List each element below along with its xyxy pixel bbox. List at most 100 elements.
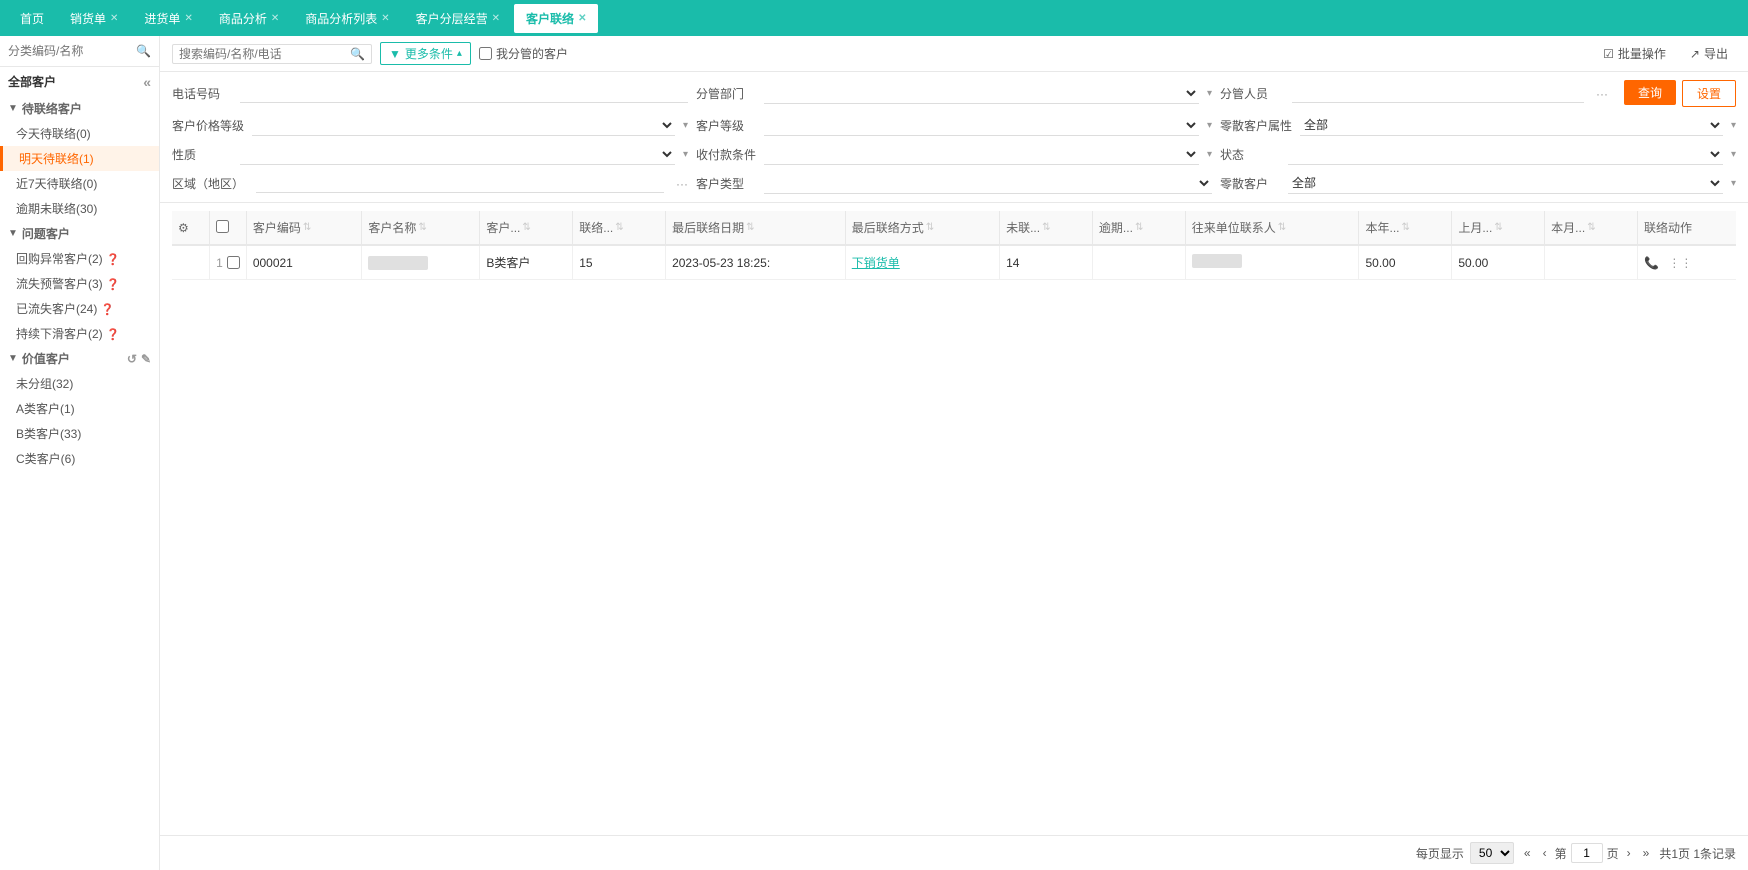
- filter-payment-select[interactable]: [764, 144, 1199, 165]
- th-unit-contact[interactable]: 往来单位联系人 ⇅: [1185, 211, 1359, 245]
- sidebar-item-tomorrow[interactable]: 明天待联络(1): [0, 146, 159, 171]
- triangle-pending: ▼: [8, 103, 18, 114]
- sidebar-item-lost-potential[interactable]: 流失预警客户(3) ❓: [0, 271, 159, 296]
- nav-purchase[interactable]: 进货单 ✕: [132, 4, 204, 33]
- all-customers-label: 全部客户: [8, 73, 56, 90]
- th-overdue[interactable]: 逾期... ⇅: [1092, 211, 1185, 245]
- th-contact[interactable]: 联络... ⇅: [573, 211, 666, 245]
- sort-last-method-icon: ⇅: [926, 222, 934, 233]
- th-no-contact[interactable]: 未联... ⇅: [1000, 211, 1093, 245]
- nav-customer-contact[interactable]: 客户联络 ✕: [514, 4, 598, 33]
- sidebar-item-week7[interactable]: 近7天待联络(0): [0, 171, 159, 196]
- sort-last-date-icon: ⇅: [746, 222, 754, 233]
- table-row: 1 000021 Ea B类客户 15 2023-05-23 18:25: 下销: [172, 245, 1736, 280]
- th-last-method[interactable]: 最后联络方式 ⇅: [845, 211, 999, 245]
- filter-phone-input[interactable]: [240, 84, 688, 103]
- first-page-btn[interactable]: «: [1520, 844, 1535, 862]
- prev-page-btn[interactable]: ‹: [1539, 844, 1551, 862]
- sidebar-item-class-a[interactable]: A类客户(1): [0, 396, 159, 421]
- filter-person-input[interactable]: [1292, 84, 1584, 103]
- page-label: 第: [1555, 845, 1567, 862]
- filter-region-input[interactable]: [256, 174, 664, 193]
- filter-nature-select[interactable]: [240, 144, 675, 165]
- nav-analysis-list[interactable]: 商品分析列表 ✕: [293, 4, 401, 33]
- edit-value-icon[interactable]: ✎: [141, 352, 151, 366]
- next-page-btn[interactable]: ›: [1623, 844, 1635, 862]
- filter-dept-select[interactable]: [764, 83, 1199, 104]
- reset-btn[interactable]: 设置: [1682, 80, 1736, 107]
- th-code[interactable]: 客户编码 ⇅: [246, 211, 362, 245]
- close-analysis-icon[interactable]: ✕: [271, 13, 279, 24]
- th-gear[interactable]: ⚙: [172, 211, 210, 245]
- nav-customer-tier[interactable]: 客户分层经营 ✕: [404, 4, 512, 33]
- action-phone-icon[interactable]: 📞: [1644, 256, 1659, 270]
- sidebar-item-today[interactable]: 今天待联络(0): [0, 121, 159, 146]
- sidebar-item-overdue[interactable]: 逾期未联络(30): [0, 196, 159, 221]
- sidebar-group-problem[interactable]: ▼ 问题客户: [0, 221, 159, 246]
- export-btn[interactable]: ↗ 导出: [1682, 43, 1736, 64]
- filter-phone: 电话号码: [172, 80, 688, 107]
- sort-code-icon: ⇅: [303, 222, 311, 233]
- filter-price-level-select[interactable]: [252, 115, 675, 136]
- gear-icon[interactable]: ⚙: [178, 221, 189, 235]
- td-checkbox[interactable]: 1: [210, 245, 247, 280]
- th-name[interactable]: 客户名称 ⇅: [362, 211, 480, 245]
- td-action[interactable]: 📞 ⋮⋮: [1638, 245, 1736, 280]
- th-this-month[interactable]: 本月... ⇅: [1545, 211, 1638, 245]
- filter-nature-chevron: ▾: [683, 149, 688, 160]
- query-btn[interactable]: 查询: [1624, 80, 1676, 105]
- filter-customer-level-select[interactable]: [764, 115, 1199, 136]
- more-filter-btn[interactable]: ▼ 更多条件 ▴: [380, 42, 471, 65]
- nav-sales[interactable]: 销货单 ✕: [58, 4, 130, 33]
- sidebar-item-continuous-down[interactable]: 持续下滑客户(2) ❓: [0, 321, 159, 346]
- sidebar-search-input[interactable]: [8, 44, 132, 58]
- search-input[interactable]: [179, 47, 346, 61]
- th-this-year[interactable]: 本年... ⇅: [1359, 211, 1452, 245]
- sidebar-item-class-b[interactable]: B类客户(33): [0, 421, 159, 446]
- sidebar-item-repurchase-abnormal[interactable]: 回购异常客户(2) ❓: [0, 246, 159, 271]
- all-customers-header[interactable]: 全部客户 «: [0, 67, 159, 96]
- filter-person-dots[interactable]: ···: [1596, 87, 1608, 101]
- close-analysis-list-icon[interactable]: ✕: [381, 13, 389, 24]
- last-method-link[interactable]: 下销货单: [852, 256, 900, 270]
- filter-status-select[interactable]: [1288, 144, 1723, 165]
- close-purchase-icon[interactable]: ✕: [184, 13, 192, 24]
- action-link-icon[interactable]: ⋮⋮: [1668, 256, 1692, 270]
- filter-region-dots[interactable]: ···: [676, 177, 688, 191]
- th-last-date[interactable]: 最后联络日期 ⇅: [666, 211, 846, 245]
- filter-dept-chevron: ▾: [1207, 88, 1212, 99]
- filter-customer-type-select[interactable]: [764, 173, 1212, 194]
- sidebar-group-pending[interactable]: ▼ 待联络客户: [0, 96, 159, 121]
- customer-name-blurred: Ea: [368, 256, 428, 270]
- search-bar: 🔍 ▼ 更多条件 ▴ 我分管的客户 ☑ 批量操作 ↗ 导出: [160, 36, 1748, 72]
- batch-op-btn[interactable]: ☑ 批量操作: [1595, 43, 1674, 64]
- sidebar-item-ungrouped[interactable]: 未分组(32): [0, 371, 159, 396]
- page-input[interactable]: [1571, 843, 1603, 863]
- close-customer-contact-icon[interactable]: ✕: [578, 13, 586, 24]
- close-customer-tier-icon[interactable]: ✕: [492, 13, 500, 24]
- row-checkbox[interactable]: [227, 256, 240, 269]
- last-page-btn[interactable]: »: [1639, 844, 1654, 862]
- th-class[interactable]: 客户... ⇅: [480, 211, 573, 245]
- td-this-year: 50.00: [1359, 245, 1452, 280]
- close-sales-icon[interactable]: ✕: [110, 13, 118, 24]
- filter-retail-customer-select[interactable]: 全部: [1288, 173, 1723, 194]
- filter-retail-attr-select[interactable]: 全部: [1300, 115, 1723, 136]
- th-last-month[interactable]: 上月... ⇅: [1452, 211, 1545, 245]
- my-customers-check[interactable]: 我分管的客户: [479, 45, 568, 62]
- sidebar-group-value[interactable]: ▼ 价值客户 ↺ ✎: [0, 346, 159, 371]
- per-page-select[interactable]: 50: [1470, 842, 1514, 864]
- select-all-checkbox[interactable]: [216, 220, 229, 233]
- content-area: 🔍 ▼ 更多条件 ▴ 我分管的客户 ☑ 批量操作 ↗ 导出: [160, 36, 1748, 870]
- sidebar-item-lost[interactable]: 已流失客户(24) ❓: [0, 296, 159, 321]
- refresh-value-icon[interactable]: ↺: [127, 352, 137, 366]
- nav-home[interactable]: 首页: [8, 4, 56, 33]
- my-customers-checkbox[interactable]: [479, 47, 492, 60]
- sidebar-search-icon[interactable]: 🔍: [136, 44, 151, 58]
- nav-analysis[interactable]: 商品分析 ✕: [207, 4, 291, 33]
- td-last-method[interactable]: 下销货单: [845, 245, 999, 280]
- row-num: 1: [216, 256, 223, 270]
- sidebar-item-class-c[interactable]: C类客户(6): [0, 446, 159, 471]
- search-input-wrap[interactable]: 🔍: [172, 44, 372, 64]
- filter-customer-level-chevron: ▾: [1207, 120, 1212, 131]
